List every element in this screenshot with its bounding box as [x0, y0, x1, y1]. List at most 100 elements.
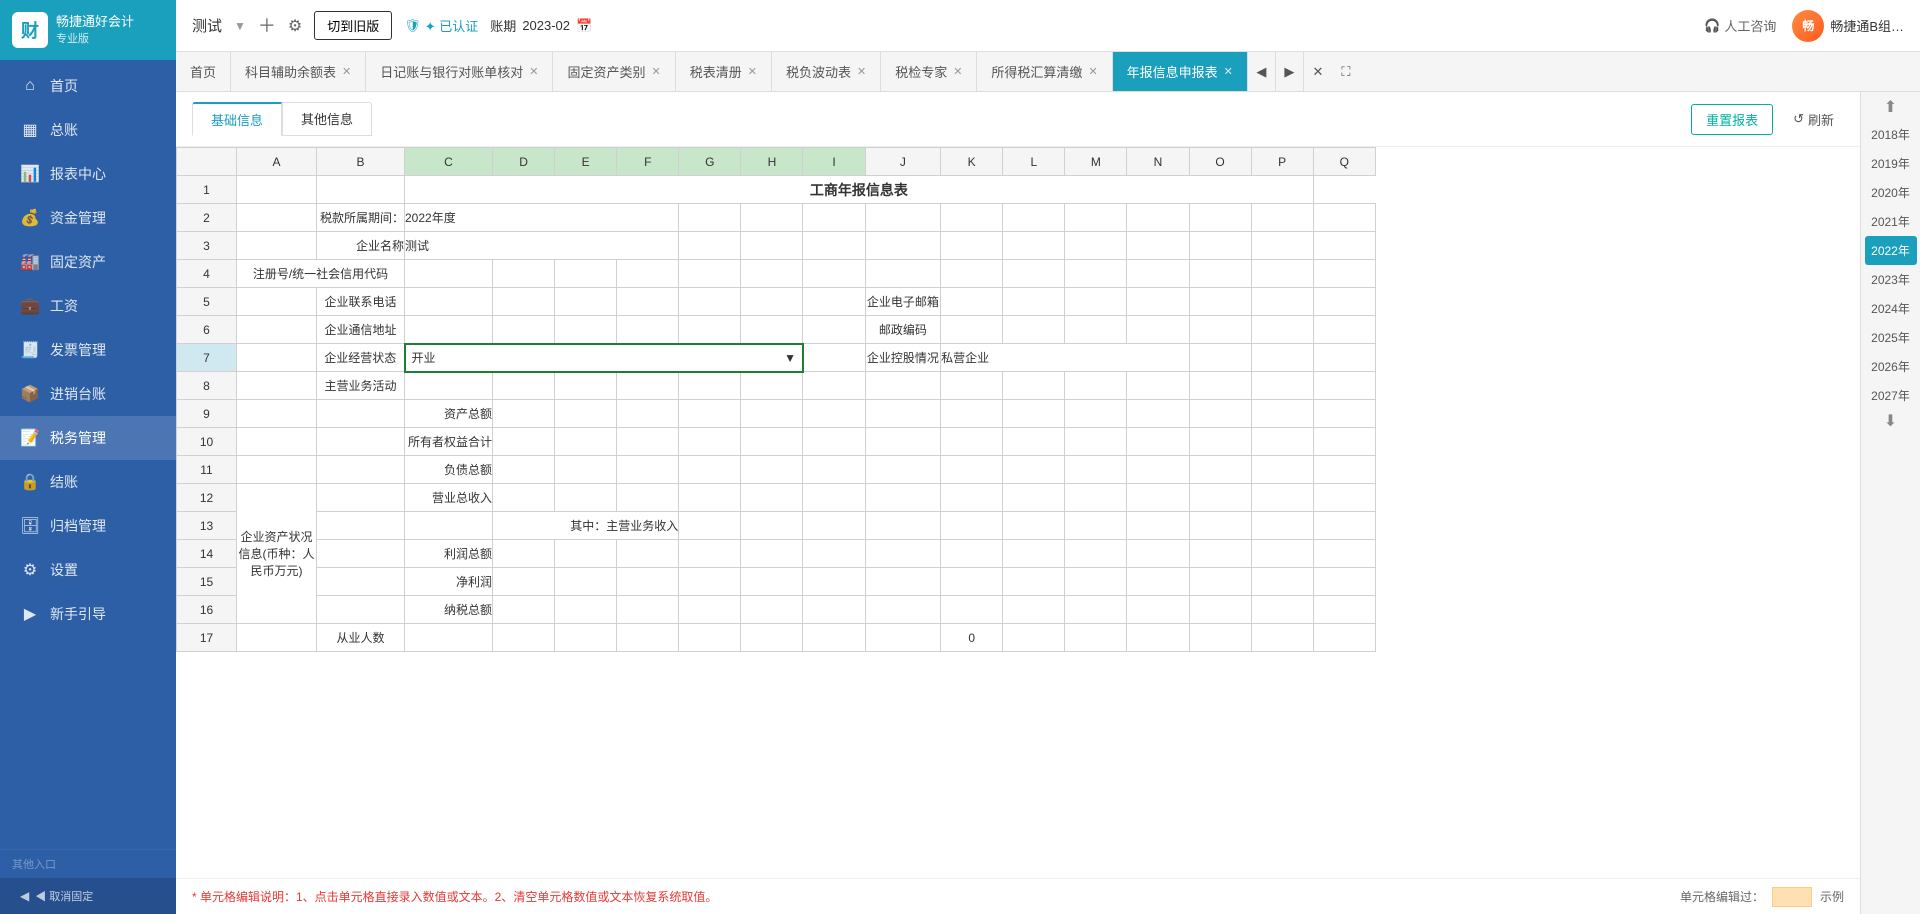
cell-11o[interactable]	[1189, 456, 1251, 484]
dropdown-container[interactable]: 开业 ▼	[406, 349, 802, 366]
cell-13m[interactable]	[1065, 512, 1127, 540]
cell-17a[interactable]	[237, 624, 317, 652]
tab-basic-info[interactable]: 基础信息	[192, 102, 282, 136]
cell-6n[interactable]	[1127, 316, 1189, 344]
cell-6j[interactable]: 邮政编码	[865, 316, 941, 344]
cell-16l[interactable]	[1003, 596, 1065, 624]
cell-13d[interactable]: 其中：主营业务收入	[493, 512, 679, 540]
cell-9n[interactable]	[1127, 400, 1189, 428]
cell-3k[interactable]	[941, 232, 1003, 260]
cell-10g[interactable]	[679, 428, 741, 456]
cell-9d[interactable]	[493, 400, 555, 428]
cell-6i[interactable]	[803, 316, 865, 344]
cell-10c[interactable]: 所有者权益合计	[405, 428, 493, 456]
cell-16n[interactable]	[1127, 596, 1189, 624]
cell-13p[interactable]	[1251, 512, 1313, 540]
cell-3j[interactable]	[865, 232, 941, 260]
cell-15j[interactable]	[865, 568, 941, 596]
cell-17j[interactable]	[865, 624, 941, 652]
tab-income-tax[interactable]: 所得税汇算清缴 ✕	[977, 52, 1112, 91]
cell-15q[interactable]	[1313, 568, 1375, 596]
cell-6l[interactable]	[1003, 316, 1065, 344]
cell-5j[interactable]: 企业电子邮箱	[865, 288, 941, 316]
cell-2k[interactable]	[941, 204, 1003, 232]
tab-prev-btn[interactable]: ◀	[1248, 52, 1276, 91]
cell-11a[interactable]	[237, 456, 317, 484]
cell-14h[interactable]	[741, 540, 803, 568]
cell-10a[interactable]	[237, 428, 317, 456]
cell-8j[interactable]	[865, 372, 941, 400]
cell-5g[interactable]	[679, 288, 741, 316]
cell-6q[interactable]	[1313, 316, 1375, 344]
cell-6d[interactable]	[493, 316, 555, 344]
year-scroll-down-btn[interactable]: ⬇	[1880, 410, 1901, 434]
cell-14m[interactable]	[1065, 540, 1127, 568]
tab-pin-btn[interactable]: ✕	[1304, 52, 1332, 91]
cell-8c[interactable]	[405, 372, 493, 400]
add-tab-icon[interactable]: ＋	[258, 17, 276, 35]
cell-12p[interactable]	[1251, 484, 1313, 512]
cell-9k[interactable]	[941, 400, 1003, 428]
cell-15f[interactable]	[617, 568, 679, 596]
cell-15m[interactable]	[1065, 568, 1127, 596]
cell-5f[interactable]	[617, 288, 679, 316]
cell-6m[interactable]	[1065, 316, 1127, 344]
cell-9l[interactable]	[1003, 400, 1065, 428]
year-2020[interactable]: 2020年	[1865, 178, 1917, 207]
cell-16d[interactable]	[493, 596, 555, 624]
cell-2h[interactable]	[741, 204, 803, 232]
cell-11k[interactable]	[941, 456, 1003, 484]
cell-15c[interactable]: 净利润	[405, 568, 493, 596]
cell-15h[interactable]	[741, 568, 803, 596]
tab-annual-report[interactable]: 年报信息申报表 ✕	[1113, 52, 1248, 91]
cell-6a[interactable]	[237, 316, 317, 344]
cell-10b[interactable]	[317, 428, 405, 456]
cell-11b[interactable]	[317, 456, 405, 484]
cell-15i[interactable]	[803, 568, 865, 596]
cell-12h[interactable]	[741, 484, 803, 512]
cell-16k[interactable]	[941, 596, 1003, 624]
cell-4o[interactable]	[1189, 260, 1251, 288]
cell-10j[interactable]	[865, 428, 941, 456]
cell-10q[interactable]	[1313, 428, 1375, 456]
cell-2b[interactable]: 税款所属期间：	[317, 204, 405, 232]
cell-3q[interactable]	[1313, 232, 1375, 260]
calendar-icon[interactable]: 📅	[576, 18, 592, 34]
cell-4n[interactable]	[1127, 260, 1189, 288]
cell-6e[interactable]	[555, 316, 617, 344]
cell-11d[interactable]	[493, 456, 555, 484]
cell-8p[interactable]	[1251, 372, 1313, 400]
cell-12q[interactable]	[1313, 484, 1375, 512]
cell-1b[interactable]	[317, 176, 405, 204]
cell-10l[interactable]	[1003, 428, 1065, 456]
cell-12g[interactable]	[679, 484, 741, 512]
cell-16f[interactable]	[617, 596, 679, 624]
tab-tax-table[interactable]: 税表清册 ✕	[676, 52, 772, 91]
cell-8i[interactable]	[803, 372, 865, 400]
cell-14b[interactable]	[317, 540, 405, 568]
cell-15p[interactable]	[1251, 568, 1313, 596]
cell-2n[interactable]	[1127, 204, 1189, 232]
cell-15g[interactable]	[679, 568, 741, 596]
cell-12e[interactable]	[555, 484, 617, 512]
cell-16p[interactable]	[1251, 596, 1313, 624]
cell-11c[interactable]: 负债总额	[405, 456, 493, 484]
cell-17f[interactable]	[617, 624, 679, 652]
cell-1c-title[interactable]: 工商年报信息表	[405, 176, 1314, 204]
year-scroll-up-btn[interactable]: ⬆	[1880, 96, 1901, 120]
cell-2o[interactable]	[1189, 204, 1251, 232]
cell-5q[interactable]	[1313, 288, 1375, 316]
cell-15o[interactable]	[1189, 568, 1251, 596]
cell-15b[interactable]	[317, 568, 405, 596]
cell-5n[interactable]	[1127, 288, 1189, 316]
cell-14d[interactable]	[493, 540, 555, 568]
refresh-button[interactable]: ↺ 刷新	[1783, 105, 1844, 134]
sidebar-item-ledger[interactable]: ▦ 总账	[0, 108, 176, 152]
tab-journal[interactable]: 日记账与银行对账单核对 ✕	[366, 52, 553, 91]
cell-5l[interactable]	[1003, 288, 1065, 316]
cell-14n[interactable]	[1127, 540, 1189, 568]
cell-12m[interactable]	[1065, 484, 1127, 512]
cell-5p[interactable]	[1251, 288, 1313, 316]
cell-4m[interactable]	[1065, 260, 1127, 288]
sidebar-item-tax[interactable]: 📝 税务管理	[0, 416, 176, 460]
